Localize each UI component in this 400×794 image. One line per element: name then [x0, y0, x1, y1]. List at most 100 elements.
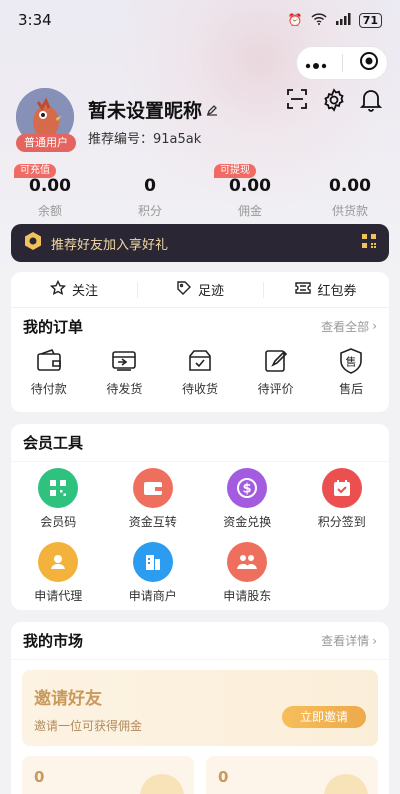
status-icons: ⏰ 71: [288, 12, 382, 28]
market-count-card[interactable]: 0: [22, 756, 194, 794]
order-pending-review[interactable]: 待评价: [238, 348, 314, 397]
stat-label: 余额: [37, 204, 62, 218]
tool-fund-transfer[interactable]: 资金互转: [106, 468, 201, 530]
tool-fund-exchange[interactable]: $ 资金兑换: [200, 468, 295, 530]
more-icon[interactable]: [305, 54, 327, 73]
stat-balance[interactable]: 可充值 0.00 余额: [0, 164, 100, 219]
order-label: 待收货: [181, 382, 218, 396]
scan-icon[interactable]: [286, 88, 308, 116]
tool-icon-circle: [227, 542, 268, 582]
invite-friends-banner[interactable]: 推荐好友加入享好礼: [11, 224, 389, 262]
agent-icon: [51, 555, 66, 569]
chevron-right-icon: ›: [372, 633, 377, 648]
building-icon: [145, 555, 160, 570]
mini-program-capsule[interactable]: [296, 46, 388, 80]
nickname-row[interactable]: 暂未设置昵称: [88, 96, 218, 123]
tool-points-checkin[interactable]: 积分签到: [295, 468, 390, 530]
tool-icon-circle: $: [227, 468, 268, 508]
tool-apply-shareholder[interactable]: 申请股东: [200, 542, 295, 604]
edit-pencil-icon[interactable]: [206, 99, 218, 121]
order-after-sale[interactable]: 售 售后: [313, 348, 389, 397]
tool-label: 申请商户: [128, 589, 177, 603]
tool-label: 资金兑换: [223, 515, 272, 529]
tool-apply-merchant[interactable]: 申请商户: [106, 542, 201, 604]
stat-value: 0.00: [29, 176, 71, 196]
referral-code: 推荐编号：91a5ak: [88, 132, 202, 147]
tool-label: 会员码: [40, 515, 77, 529]
market-view-details[interactable]: 查看详情 ›: [321, 632, 377, 649]
stat-tag: 可充值: [14, 164, 56, 178]
order-status-row: 待付款 待发货 待收货 待评价 售 售后: [11, 344, 389, 397]
profile-section: 普通用户 暂未设置昵称 推荐编号：91a5ak: [16, 88, 218, 152]
quick-follow[interactable]: 关注: [11, 279, 137, 300]
bell-icon[interactable]: [359, 88, 383, 116]
qrcode-icon[interactable]: [361, 233, 377, 253]
tool-icon-circle: [38, 468, 79, 508]
status-bar: 3:34 ⏰ 71: [0, 0, 400, 40]
stat-supply-payment[interactable]: 0.00 供货款: [300, 164, 400, 219]
stat-points[interactable]: 0 积分: [100, 164, 200, 219]
market-header: 我的市场 查看详情 ›: [11, 622, 389, 660]
stat-commission[interactable]: 可提现 0.00 佣金: [200, 164, 300, 219]
stat-label: 佣金: [237, 204, 262, 218]
stat-value: 0.00: [229, 176, 271, 196]
name-block: 暂未设置昵称 推荐编号：91a5ak: [88, 96, 218, 147]
quick-links: 关注 足迹 红包券: [11, 272, 389, 308]
battery-indicator: 71: [358, 12, 382, 28]
stat-label: 积分: [137, 204, 162, 218]
tools-title: 会员工具: [23, 434, 84, 452]
nickname: 暂未设置昵称: [88, 100, 203, 122]
tool-icon-circle: [38, 542, 79, 582]
order-pending-shipment[interactable]: 待发货: [87, 348, 163, 397]
stat-value: 0: [144, 176, 156, 196]
avatar-wrapper[interactable]: 普通用户: [16, 88, 76, 152]
quick-coupons[interactable]: 红包券: [263, 280, 389, 299]
tools-header: 会员工具: [11, 424, 389, 462]
svg-text:售: 售: [346, 355, 357, 369]
orders-title: 我的订单: [23, 317, 84, 336]
quick-label: 足迹: [197, 284, 224, 299]
view-all-label: 查看全部: [321, 319, 370, 334]
wallet-transfer-icon: [143, 482, 162, 495]
capsule-divider: [342, 54, 344, 72]
gift-badge-icon: [23, 231, 43, 255]
tool-member-code[interactable]: 会员码: [11, 468, 106, 530]
member-tools-card: 会员工具 会员码 资金互转 $ 资金兑换 积分签到 申请代理 申请商户 申请股东: [11, 424, 389, 610]
tool-apply-agent[interactable]: 申请代理: [11, 542, 106, 604]
stat-tag: 可提现: [214, 164, 256, 178]
invite-banner-text: 推荐好友加入享好礼: [51, 237, 169, 253]
stat-value: 0.00: [329, 176, 371, 196]
signal-icon: [335, 12, 351, 28]
tool-icon-circle: [321, 468, 362, 508]
quick-footprint[interactable]: 足迹: [137, 280, 263, 300]
order-label: 待付款: [30, 382, 67, 396]
quick-label: 关注: [71, 284, 98, 299]
tag-icon: [176, 280, 192, 300]
wallet-icon: [36, 349, 61, 371]
close-target-icon[interactable]: [359, 51, 379, 75]
svg-text:$: $: [243, 482, 252, 497]
status-time: 3:34: [18, 11, 52, 29]
edit-icon: [264, 350, 287, 372]
settings-icon[interactable]: [322, 88, 346, 116]
people-icon: [237, 555, 258, 569]
order-label: 待发货: [106, 382, 143, 396]
orders-header: 我的订单 查看全部 ›: [11, 308, 389, 344]
market-invite-panel: 邀请好友 邀请一位可获得佣金 立即邀请: [22, 670, 378, 746]
tool-icon-circle: [132, 542, 173, 582]
dollar-icon: $: [237, 478, 258, 498]
order-label: 售后: [339, 382, 364, 396]
tool-label: 申请股东: [223, 589, 272, 603]
order-pending-receipt[interactable]: 待收货: [162, 348, 238, 397]
orders-card: 关注 足迹 红包券 我的订单 查看全部 › 待付款 待发货 待收货 待评价 售 …: [11, 272, 389, 412]
market-title: 我的市场: [23, 632, 84, 650]
market-count-card[interactable]: 0: [206, 756, 378, 794]
order-pending-payment[interactable]: 待付款: [11, 348, 87, 397]
orders-view-all[interactable]: 查看全部 ›: [321, 318, 377, 335]
order-label: 待评价: [257, 382, 294, 396]
tool-icon-circle: [132, 468, 173, 508]
invite-now-button[interactable]: 立即邀请: [282, 706, 366, 728]
star-icon: [49, 279, 67, 300]
stat-label: 供货款: [331, 204, 368, 218]
account-stats: 可充值 0.00 余额 0 积分 可提现 0.00 佣金 0.00 供货款: [0, 164, 400, 219]
